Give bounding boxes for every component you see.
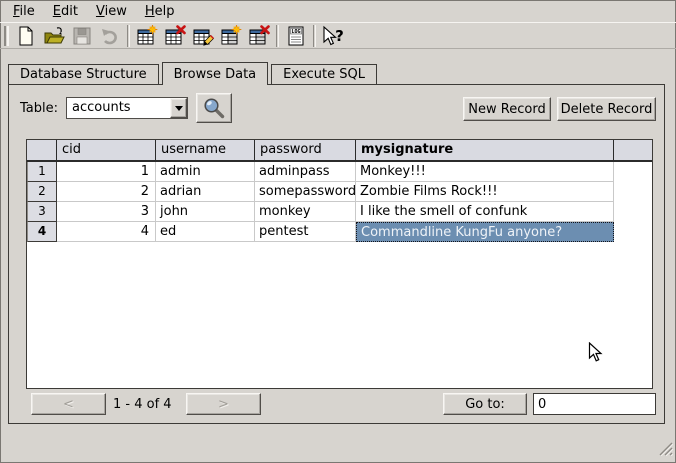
cell-username[interactable]: ed — [156, 222, 255, 242]
table-row: 3 3 john monkey I like the smell of conf… — [27, 202, 652, 222]
save-database-icon — [71, 25, 93, 47]
cell-password[interactable]: pentest — [255, 222, 356, 242]
cell-cid[interactable]: 3 — [57, 202, 156, 222]
new-record-button[interactable]: New Record — [463, 97, 551, 121]
cell-username[interactable]: john — [156, 202, 255, 222]
table-select[interactable]: accounts — [66, 97, 188, 119]
delete-table-button[interactable] — [161, 23, 189, 48]
create-index-button[interactable] — [217, 23, 245, 48]
toolbar-separator — [313, 25, 316, 47]
table-select-arrow[interactable] — [170, 98, 187, 118]
cell-mysignature[interactable]: I like the smell of confunk — [356, 202, 614, 222]
browse-data-panel: Table: accounts New Record Delete Record… — [8, 84, 665, 424]
record-range-label: 1 - 4 of 4 — [113, 397, 172, 412]
selected-cell-mysignature[interactable]: Commandline KungFu anyone? — [356, 222, 614, 242]
whats-this-icon: ? — [321, 25, 345, 47]
cell-password[interactable]: adminpass — [255, 162, 356, 182]
revert-changes-icon — [99, 25, 121, 47]
delete-record-button[interactable]: Delete Record — [557, 97, 656, 121]
column-header-username[interactable]: username — [156, 140, 255, 162]
app-window: File Edit View Help — [0, 0, 676, 463]
open-database-button[interactable] — [40, 23, 68, 48]
log-icon: LOG — [285, 25, 307, 47]
row-header[interactable]: 1 — [27, 162, 57, 182]
cell-cid[interactable]: 1 — [57, 162, 156, 182]
table-label: Table: — [20, 101, 58, 116]
search-button[interactable] — [196, 93, 232, 123]
search-icon — [202, 96, 226, 120]
tab-bar: Database Structure Browse Data Execute S… — [8, 61, 380, 84]
grid-header-row: cid username password mysignature — [27, 140, 652, 162]
menu-file[interactable]: File — [4, 2, 44, 21]
cell-password[interactable]: monkey — [255, 202, 356, 222]
svg-text:LOG: LOG — [291, 29, 300, 35]
tab-execute-sql[interactable]: Execute SQL — [271, 64, 377, 84]
column-header-filler — [614, 140, 652, 162]
menu-view[interactable]: View — [87, 2, 136, 21]
modify-table-button[interactable] — [189, 23, 217, 48]
row-header[interactable]: 4 — [27, 222, 57, 242]
log-button[interactable]: LOG — [282, 23, 310, 48]
column-header-mysignature[interactable]: mysignature — [356, 140, 614, 162]
delete-index-icon — [248, 25, 270, 47]
save-database-button[interactable] — [68, 23, 96, 48]
resize-grip[interactable] — [658, 441, 673, 460]
mouse-cursor — [588, 342, 603, 367]
menu-help[interactable]: Help — [136, 2, 184, 21]
row-header[interactable]: 2 — [27, 182, 57, 202]
cell-username[interactable]: adrian — [156, 182, 255, 202]
row-header[interactable]: 3 — [27, 202, 57, 222]
toolbar: LOG ? — [0, 22, 676, 49]
cell-cid[interactable]: 4 — [57, 222, 156, 242]
menu-edit[interactable]: Edit — [44, 2, 87, 21]
toolbar-separator — [276, 25, 279, 47]
cell-username[interactable]: admin — [156, 162, 255, 182]
grid-corner-cell — [27, 140, 57, 162]
table-select-value: accounts — [67, 98, 170, 118]
goto-input[interactable] — [533, 393, 656, 415]
data-grid: cid username password mysignature 1 1 ad… — [26, 139, 653, 389]
revert-changes-button[interactable] — [96, 23, 124, 48]
whats-this-button[interactable]: ? — [319, 23, 347, 48]
delete-index-button[interactable] — [245, 23, 273, 48]
menu-bar: File Edit View Help — [0, 0, 676, 22]
toolbar-separator — [127, 25, 130, 47]
svg-text:?: ? — [335, 27, 344, 45]
tab-database-structure[interactable]: Database Structure — [8, 64, 159, 84]
table-row: 4 4 ed pentest Commandline KungFu anyone… — [27, 222, 652, 242]
column-header-cid[interactable]: cid — [57, 140, 156, 162]
chevron-down-icon — [175, 106, 183, 111]
cell-mysignature[interactable]: Zombie Films Rock!!! — [356, 182, 614, 202]
toolbar-drag-handle[interactable] — [4, 26, 9, 46]
delete-table-icon — [164, 25, 186, 47]
open-database-icon — [43, 25, 65, 47]
goto-button[interactable]: Go to: — [443, 393, 527, 415]
column-header-password[interactable]: password — [255, 140, 356, 162]
cell-cid[interactable]: 2 — [57, 182, 156, 202]
new-database-icon — [15, 25, 37, 47]
table-row: 1 1 admin adminpass Monkey!!! — [27, 162, 652, 182]
cell-password[interactable]: somepassword — [255, 182, 356, 202]
cell-mysignature[interactable]: Monkey!!! — [356, 162, 614, 182]
create-index-icon — [220, 25, 242, 47]
next-page-button[interactable]: > — [186, 393, 261, 415]
create-table-button[interactable] — [133, 23, 161, 48]
modify-table-icon — [192, 25, 214, 47]
create-table-icon — [136, 25, 158, 47]
tab-browse-data[interactable]: Browse Data — [162, 62, 269, 85]
prev-page-button[interactable]: < — [31, 393, 106, 415]
table-row: 2 2 adrian somepassword Zombie Films Roc… — [27, 182, 652, 202]
new-database-button[interactable] — [12, 23, 40, 48]
